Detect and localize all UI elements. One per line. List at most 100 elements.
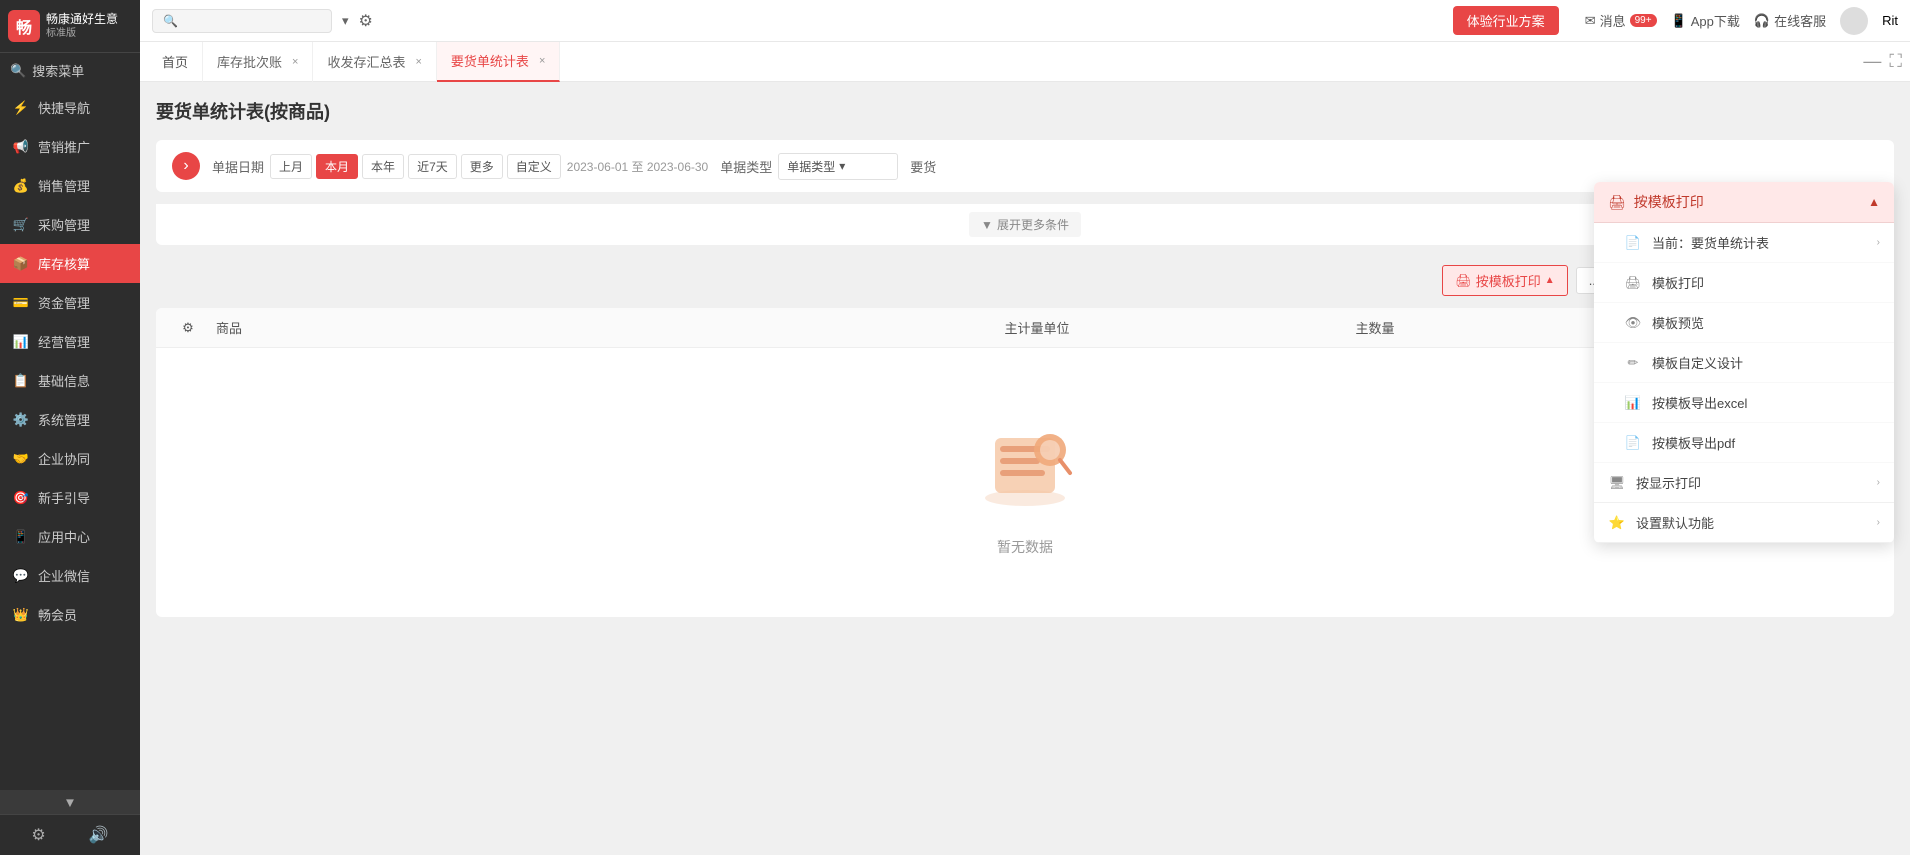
goods-filter-group: 要货 [910,157,936,176]
purchase-icon: 🛒 [12,216,30,234]
date-btn-更多[interactable]: 更多 [461,154,503,179]
expand-more-btn[interactable]: ▼ 展开更多条件 [969,212,1081,237]
collab-icon: 🤝 [12,450,30,468]
date-buttons: 上月本月本年近7天更多自定义 [270,154,561,179]
sidebar-item-purchase[interactable]: 🛒采购管理 [0,205,140,244]
dropdown-template-print[interactable]: 🖨 模板打印 [1594,263,1894,303]
current-doc-icon: 📄 [1624,234,1642,252]
dropdown-print-icon: 🖨 [1608,194,1626,211]
dropdown-set-default[interactable]: ⭐ 设置默认功能 › [1594,503,1894,543]
date-btn-近7天[interactable]: 近7天 [408,154,457,179]
sidebar-item-basics[interactable]: 📋基础信息 [0,361,140,400]
tab-order-summary-close[interactable]: × [539,55,545,67]
sidebar-item-operations[interactable]: 📊经营管理 [0,322,140,361]
system-icon: ⚙️ [12,411,30,429]
filter-expand-btn[interactable]: › [172,152,200,180]
export-excel-icon: 📊 [1624,394,1642,412]
inventory-icon: 📦 [12,255,30,273]
table-col-qty: 主数量 [1206,318,1544,337]
dropdown-display-print[interactable]: 🖥 按显示打印 › [1594,463,1894,503]
date-btn-本年[interactable]: 本年 [362,154,404,179]
table-col-unit: 主计量单位 [868,318,1206,337]
search-icon: 🔍 [10,63,26,79]
template-preview-icon: 👁 [1624,314,1642,332]
finance-icon: 💳 [12,294,30,312]
sidebar-bottom: ⚙ 🔊 [0,814,140,855]
quick-nav-icon: ⚡ [12,99,30,117]
sidebar-item-system[interactable]: ⚙️系统管理 [0,400,140,439]
topbar: 🔍 ▾ ⚙ 体验行业方案 ✉ 消息 99+ 📱 App下载 🎧 在线客服 Rit [140,0,1910,42]
app-download-btn[interactable]: 📱 App下载 [1671,11,1740,30]
set-default-chevron: › [1877,517,1880,528]
user-avatar[interactable] [1840,7,1868,35]
sidebar-item-member[interactable]: 👑畅会员 [0,595,140,634]
template-print-icon: 🖨 [1624,274,1642,292]
marketing-icon: 📢 [12,138,30,156]
sidebar-item-newbie[interactable]: 🎯新手引导 [0,478,140,517]
set-default-icon: ⭐ [1608,514,1626,532]
sidebar-item-wechat[interactable]: 💬企业微信 [0,556,140,595]
tab-receivables-summary-close[interactable]: × [415,56,421,68]
sidebar-item-sales[interactable]: 💰销售管理 [0,166,140,205]
sidebar-item-inventory[interactable]: 📦库存核算 [0,244,140,283]
table-col-product: 商品 [208,318,868,337]
type-filter-group: 单据类型 单据类型 ▾ [720,153,898,180]
display-print-icon: 🖥 [1608,474,1626,492]
sidebar-item-collab[interactable]: 🤝企业协同 [0,439,140,478]
topbar-dropdown-arrow[interactable]: ▾ [342,13,349,29]
tab-home[interactable]: 首页 [148,42,203,82]
tab-bar: 首页 库存批次账 × 收发存汇总表 × 要货单统计表 × — ⛶ [140,42,1910,82]
date-btn-上月[interactable]: 上月 [270,154,312,179]
message-icon: ✉ [1585,13,1596,29]
export-pdf-icon: 📄 [1624,434,1642,452]
print-icon: 🖨 [1455,273,1472,289]
tab-inventory-batch-close[interactable]: × [292,56,298,68]
dropdown-header-label: 按模板打印 [1634,192,1704,212]
dropdown-template-preview[interactable]: 👁 模板预览 [1594,303,1894,343]
display-print-chevron: › [1877,477,1880,488]
date-btn-自定义[interactable]: 自定义 [507,154,561,179]
sidebar-item-apps[interactable]: 📱应用中心 [0,517,140,556]
template-design-icon: ✏ [1624,354,1642,372]
topbar-search-box[interactable]: 🔍 [152,9,332,33]
sidebar-item-marketing[interactable]: 📢营销推广 [0,127,140,166]
dropdown-export-pdf[interactable]: 📄 按模板导出pdf [1594,423,1894,463]
tab-receivables-summary[interactable]: 收发存汇总表 × [313,42,436,82]
dropdown-chevron-up[interactable]: ▲ [1868,195,1880,209]
sidebar-scroll-down[interactable]: ▼ [0,790,140,814]
newbie-icon: 🎯 [12,489,30,507]
dropdown-current-item[interactable]: 📄 当前：要货单统计表 › [1594,223,1894,263]
trial-btn[interactable]: 体验行业方案 [1453,6,1559,35]
tab-maximize-btn[interactable]: ⛶ [1889,51,1902,72]
page-title: 要货单统计表(按商品) [156,98,1894,124]
expand-icon: ▼ [981,218,993,232]
table-col-settings[interactable]: ⚙ [168,320,208,336]
dropdown-export-excel[interactable]: 📊 按模板导出excel [1594,383,1894,423]
date-btn-本月[interactable]: 本月 [316,154,358,179]
print-dropdown-menu: 🖨 按模板打印 ▲ 📄 当前：要货单统计表 › 🖨 模板打印 👁 模板预览 [1594,182,1894,543]
topbar-right: ✉ 消息 99+ 📱 App下载 🎧 在线客服 Rit [1585,7,1898,35]
tab-minimize-btn[interactable]: — [1863,51,1881,72]
empty-text: 暂无数据 [997,537,1053,557]
settings-icon[interactable]: ⚙ [31,825,45,845]
headset-icon: 🎧 [1754,13,1770,29]
download-icon: 📱 [1671,13,1687,29]
sidebar-search[interactable]: 🔍 搜索菜单 [0,53,140,88]
print-template-btn[interactable]: 🖨 按模板打印 ▲ [1442,265,1567,296]
online-service-btn[interactable]: 🎧 在线客服 [1754,11,1826,30]
sidebar-item-finance[interactable]: 💳资金管理 [0,283,140,322]
app-logo-icon: 畅 [8,10,40,42]
messages-btn[interactable]: ✉ 消息 99+ [1585,11,1657,30]
user-name: Rit [1882,13,1898,28]
operations-icon: 📊 [12,333,30,351]
tab-inventory-batch[interactable]: 库存批次账 × [203,42,313,82]
basics-icon: 📋 [12,372,30,390]
speaker-icon[interactable]: 🔊 [89,825,109,845]
topbar-search-icon: 🔍 [163,14,178,28]
topbar-gear-icon[interactable]: ⚙ [359,11,373,31]
type-select[interactable]: 单据类型 ▾ [778,153,898,180]
tab-order-summary[interactable]: 要货单统计表 × [437,42,560,82]
dropdown-template-design[interactable]: ✏ 模板自定义设计 [1594,343,1894,383]
wechat-icon: 💬 [12,567,30,585]
sidebar-item-quick-nav[interactable]: ⚡快捷导航 [0,88,140,127]
